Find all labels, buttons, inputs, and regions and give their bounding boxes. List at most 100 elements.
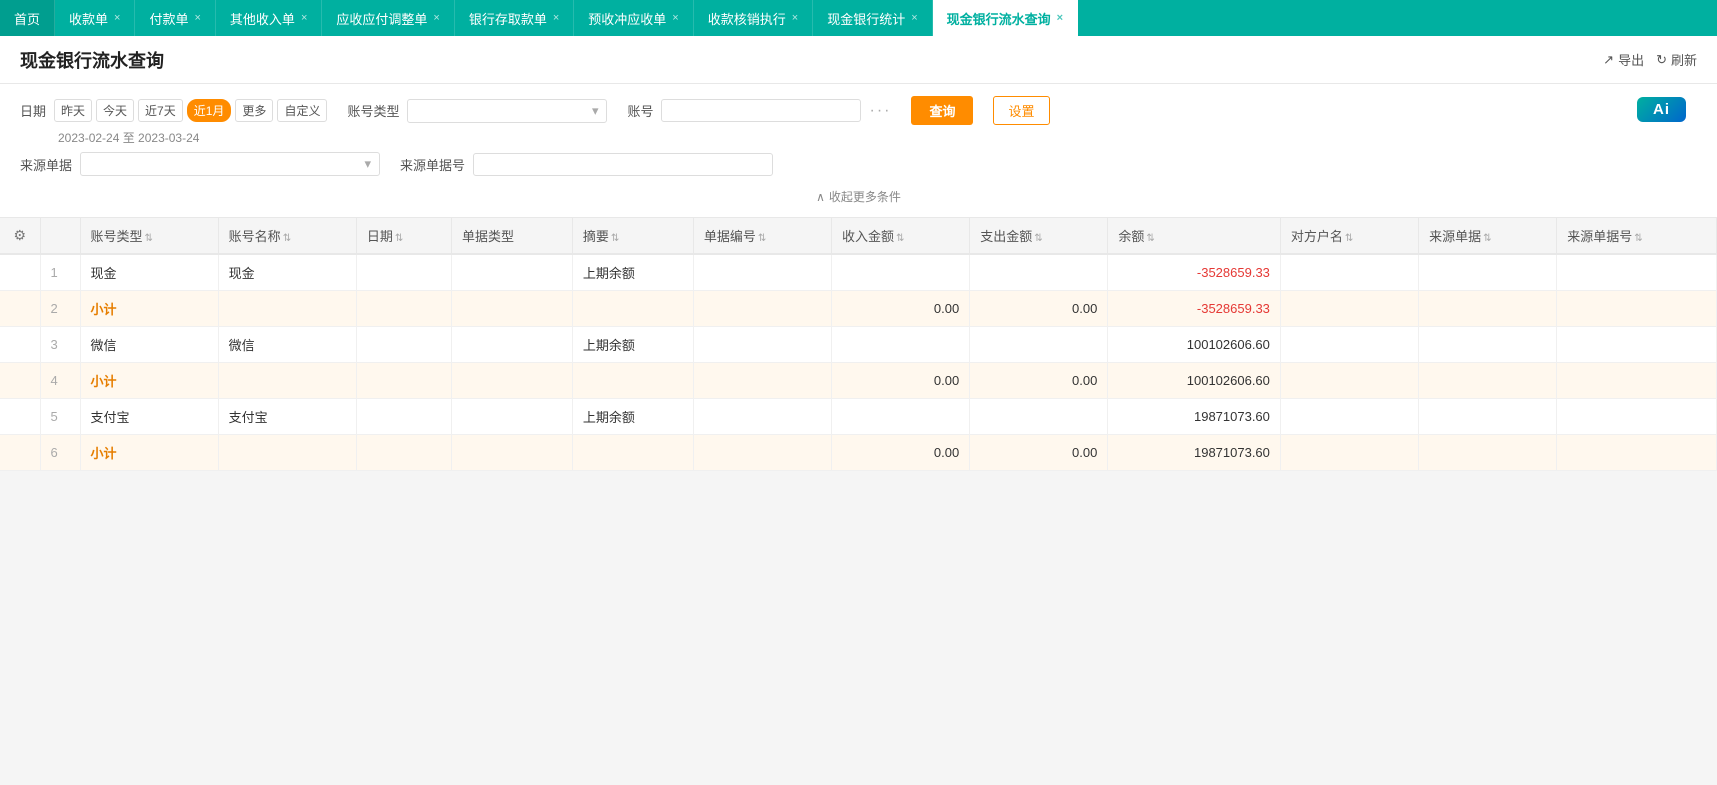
nav-tab-其他收入单[interactable]: 其他收入单× <box>216 0 322 36</box>
col-gear[interactable]: ⚙ <box>0 218 40 254</box>
row-counterpart <box>1280 327 1418 363</box>
table-container: ⚙账号类型⇅账号名称⇅日期⇅单据类型摘要⇅单据编号⇅收入金额⇅支出金额⇅余额⇅对… <box>0 218 1717 471</box>
row-source_doc_no <box>1557 399 1717 435</box>
row-gear <box>0 327 40 363</box>
close-icon[interactable]: × <box>911 12 917 24</box>
refresh-button[interactable]: ↻ 刷新 <box>1656 50 1697 69</box>
account-type-select[interactable]: ▾ <box>407 99 607 123</box>
row-idx: 2 <box>40 291 80 327</box>
nav-tabs: 收款单×付款单×其他收入单×应收应付调整单×银行存取款单×预收冲应收单×收款核销… <box>55 0 1078 36</box>
nav-tab-应收应付调整单[interactable]: 应收应付调整单× <box>322 0 454 36</box>
date-buttons: 昨天今天近7天近1月更多自定义 <box>54 99 327 122</box>
col-income[interactable]: 收入金额⇅ <box>832 218 970 254</box>
row-source_doc <box>1419 363 1557 399</box>
filter-row-1: 日期 昨天今天近7天近1月更多自定义 账号类型 ▾ 账号 ··· 查询 设置 <box>20 96 1697 125</box>
close-icon[interactable]: × <box>1057 12 1063 24</box>
row-idx: 3 <box>40 327 80 363</box>
col-doc_no[interactable]: 单据编号⇅ <box>693 218 831 254</box>
row-account_type: 小计 <box>80 291 218 327</box>
date-btn-更多[interactable]: 更多 <box>235 99 273 122</box>
row-source_doc_no <box>1557 327 1717 363</box>
nav-tab-付款单[interactable]: 付款单× <box>135 0 215 36</box>
date-btn-昨天[interactable]: 昨天 <box>54 99 92 122</box>
more-options-icon[interactable]: ··· <box>869 102 891 120</box>
close-icon[interactable]: × <box>672 12 678 24</box>
page-title: 现金银行流水查询 <box>20 47 164 73</box>
row-balance: -3528659.33 <box>1108 291 1281 327</box>
col-source_doc[interactable]: 来源单据⇅ <box>1419 218 1557 254</box>
row-source_doc_no <box>1557 291 1717 327</box>
row-doc_no <box>693 291 831 327</box>
row-date <box>356 254 451 291</box>
row-doc_type <box>451 399 572 435</box>
row-idx: 1 <box>40 254 80 291</box>
account-type-filter-group: 账号类型 ▾ <box>347 99 607 123</box>
close-icon[interactable]: × <box>792 12 798 24</box>
date-btn-近1月[interactable]: 近1月 <box>187 99 232 122</box>
row-counterpart <box>1280 254 1418 291</box>
col-expense[interactable]: 支出金额⇅ <box>970 218 1108 254</box>
table-row: 4小计0.000.00100102606.60 <box>0 363 1717 399</box>
row-summary: 上期余额 <box>572 254 693 291</box>
table-row: 3微信微信上期余额100102606.60 <box>0 327 1717 363</box>
row-account_name <box>218 435 356 471</box>
col-date[interactable]: 日期⇅ <box>356 218 451 254</box>
collapse-bar[interactable]: ∧ 收起更多条件 <box>20 184 1697 209</box>
close-icon[interactable]: × <box>553 12 559 24</box>
col-idx <box>40 218 80 254</box>
row-gear <box>0 254 40 291</box>
nav-home[interactable]: 首页 <box>0 0 55 36</box>
table-row: 1现金现金上期余额-3528659.33 <box>0 254 1717 291</box>
row-doc_type <box>451 327 572 363</box>
row-source_doc <box>1419 254 1557 291</box>
row-doc_no <box>693 254 831 291</box>
col-account_type[interactable]: 账号类型⇅ <box>80 218 218 254</box>
date-btn-自定义[interactable]: 自定义 <box>277 99 327 122</box>
export-icon: ↗ <box>1603 52 1614 68</box>
col-counterpart[interactable]: 对方户名⇅ <box>1280 218 1418 254</box>
gear-icon[interactable]: ⚙ <box>13 227 26 243</box>
page-header: 现金银行流水查询 ↗ 导出 ↻ 刷新 <box>0 36 1717 84</box>
collapse-icon: ∧ <box>816 190 825 204</box>
row-account_type: 小计 <box>80 363 218 399</box>
export-button[interactable]: ↗ 导出 <box>1603 50 1644 69</box>
nav-tab-现金银行统计[interactable]: 现金银行统计× <box>813 0 932 36</box>
table-header: ⚙账号类型⇅账号名称⇅日期⇅单据类型摘要⇅单据编号⇅收入金额⇅支出金额⇅余额⇅对… <box>0 218 1717 254</box>
row-income <box>832 327 970 363</box>
chevron-down-icon: ▾ <box>592 103 599 119</box>
nav-tab-收款单[interactable]: 收款单× <box>55 0 135 36</box>
header-actions: ↗ 导出 ↻ 刷新 <box>1603 50 1697 69</box>
source-doc-select[interactable]: ▾ <box>80 152 380 176</box>
date-btn-今天[interactable]: 今天 <box>96 99 134 122</box>
source-doc-filter-group: 来源单据 ▾ <box>20 152 380 176</box>
source-doc-no-input[interactable] <box>473 153 773 176</box>
row-doc_no <box>693 399 831 435</box>
row-account_type: 支付宝 <box>80 399 218 435</box>
nav-tab-预收冲应收单[interactable]: 预收冲应收单× <box>574 0 693 36</box>
account-input[interactable] <box>661 99 861 122</box>
date-btn-近7天[interactable]: 近7天 <box>138 99 183 122</box>
row-expense: 0.00 <box>970 363 1108 399</box>
settings-button[interactable]: 设置 <box>993 96 1049 125</box>
collapse-label: 收起更多条件 <box>829 188 901 205</box>
col-summary[interactable]: 摘要⇅ <box>572 218 693 254</box>
col-source_doc_no[interactable]: 来源单据号⇅ <box>1557 218 1717 254</box>
col-balance[interactable]: 余额⇅ <box>1108 218 1281 254</box>
close-icon[interactable]: × <box>114 12 120 24</box>
row-date <box>356 435 451 471</box>
close-icon[interactable]: × <box>433 12 439 24</box>
nav-tab-现金银行流水查询[interactable]: 现金银行流水查询× <box>933 0 1078 36</box>
close-icon[interactable]: × <box>194 12 200 24</box>
nav-tab-收款核销执行[interactable]: 收款核销执行× <box>694 0 813 36</box>
query-button[interactable]: 查询 <box>911 96 973 125</box>
row-income: 0.00 <box>832 363 970 399</box>
source-doc-no-filter-group: 来源单据号 <box>400 153 773 176</box>
row-balance: 100102606.60 <box>1108 327 1281 363</box>
col-account_name[interactable]: 账号名称⇅ <box>218 218 356 254</box>
table-row: 5支付宝支付宝上期余额19871073.60 <box>0 399 1717 435</box>
row-counterpart <box>1280 399 1418 435</box>
row-idx: 6 <box>40 435 80 471</box>
account-filter-group: 账号 ··· <box>627 99 891 122</box>
nav-tab-银行存取款单[interactable]: 银行存取款单× <box>455 0 574 36</box>
close-icon[interactable]: × <box>301 12 307 24</box>
